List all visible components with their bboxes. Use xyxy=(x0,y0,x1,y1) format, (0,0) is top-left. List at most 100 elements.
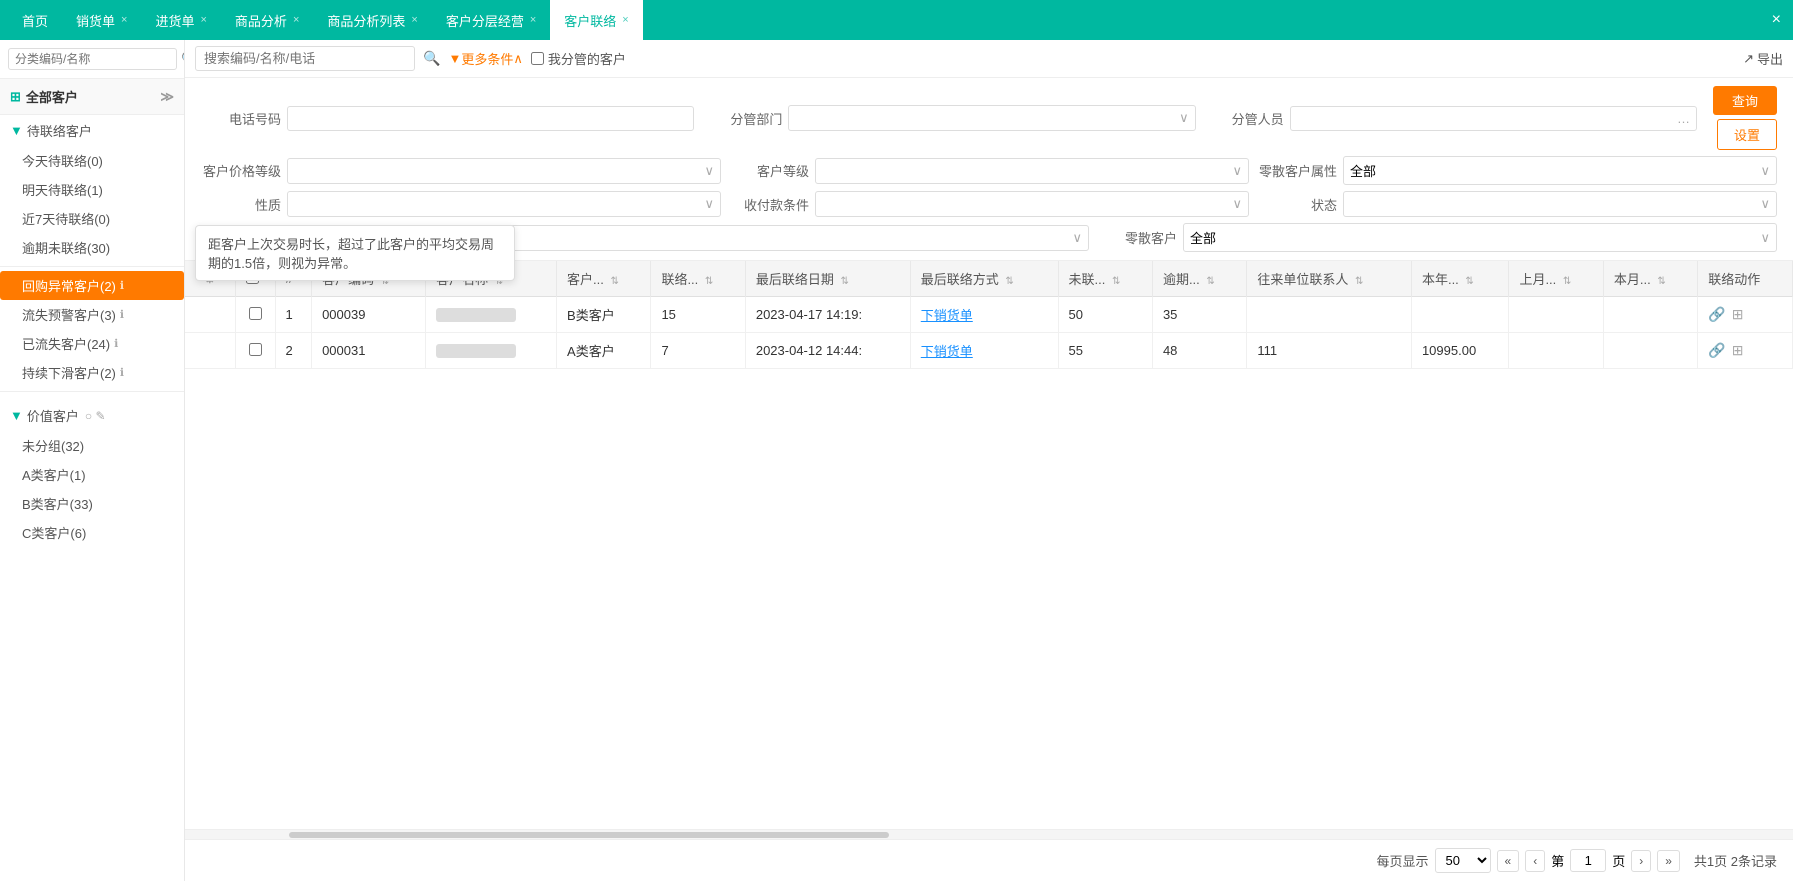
sidebar-value-group[interactable]: ▼ 价值客户 ○ ✎ xyxy=(0,400,184,431)
nav-analysis[interactable]: 商品分析 × xyxy=(221,0,313,40)
scroll-thumb[interactable] xyxy=(289,832,889,838)
horizontal-scrollbar[interactable] xyxy=(185,829,1793,839)
row2-last-method-link[interactable]: 下销货单 xyxy=(921,344,973,359)
col-last-month[interactable]: 上月... ⇅ xyxy=(1509,261,1603,297)
nav-purchase[interactable]: 进货单 × xyxy=(141,0,220,40)
sidebar-item-continuous-down[interactable]: 持续下滑客户(2) ℹ xyxy=(0,358,184,387)
close-sales-icon[interactable]: × xyxy=(121,14,127,26)
next-page-button[interactable]: › xyxy=(1631,850,1651,872)
sidebar-item-tomorrow[interactable]: 明天待联络(1) xyxy=(0,175,184,204)
sidebar-item-class-a[interactable]: A类客户(1) xyxy=(0,460,184,489)
page-number-input[interactable] xyxy=(1570,849,1606,872)
field-nature: 性质 ∨ xyxy=(201,191,721,217)
row2-more-icon[interactable]: ⊞ xyxy=(1732,342,1744,359)
nav-sales[interactable]: 销货单 × xyxy=(62,0,141,40)
col-pending[interactable]: 未联... ⇅ xyxy=(1058,261,1152,297)
nature-chevron-icon: ∨ xyxy=(704,196,714,212)
dept-select[interactable]: ∨ xyxy=(788,105,1195,131)
last-page-button[interactable]: » xyxy=(1657,850,1680,872)
nav-home[interactable]: 首页 xyxy=(8,0,62,40)
dept-chevron-icon: ∨ xyxy=(1179,110,1189,126)
more-conditions-button[interactable]: ▼ 更多条件 ∧ xyxy=(448,49,522,68)
continuous-down-info-icon[interactable]: ℹ xyxy=(120,366,124,379)
sidebar-item-repurchase-anomaly[interactable]: 回购异常客户(2) ℹ xyxy=(0,271,184,300)
row2-checkbox[interactable] xyxy=(249,343,262,356)
already-lost-info-icon[interactable]: ℹ xyxy=(114,337,118,350)
row1-last-method-link[interactable]: 下销货单 xyxy=(921,308,973,323)
col-this-year[interactable]: 本年... ⇅ xyxy=(1411,261,1508,297)
customer-type-select[interactable]: ∨ xyxy=(495,225,1089,251)
status-select[interactable]: ∨ xyxy=(1343,191,1777,217)
col-level[interactable]: 客户... ⇅ xyxy=(557,261,651,297)
close-customer-segment-icon[interactable]: × xyxy=(530,14,536,26)
col-contact[interactable]: 联络... ⇅ xyxy=(651,261,745,297)
my-customers-filter[interactable]: 我分管的客户 xyxy=(531,49,626,68)
close-analysis-icon[interactable]: × xyxy=(293,14,299,26)
sidebar-item-week[interactable]: 近7天待联络(0) xyxy=(0,204,184,233)
retail-attr-select[interactable]: 全部 ∨ xyxy=(1343,156,1777,185)
filter-bar: 🔍 ▼ 更多条件 ∧ 我分管的客户 ↗ 导出 xyxy=(185,40,1793,78)
prev-page-button[interactable]: ‹ xyxy=(1525,850,1545,872)
col-this-month[interactable]: 本月... ⇅ xyxy=(1603,261,1697,297)
row2-last-method[interactable]: 下销货单 xyxy=(910,333,1058,369)
row2-link-icon[interactable]: 🔗 xyxy=(1708,342,1725,359)
nav-customer-segment[interactable]: 客户分层经营 × xyxy=(432,0,550,40)
field-retail-attr: 零散客户属性 全部 ∨ xyxy=(1257,156,1777,185)
filter-search-input[interactable] xyxy=(195,46,415,71)
main-layout: 🔍 ⊞ 全部客户 ≫ ▼ 待联络客户 今天待联络(0) 明天待联络(1) 近7天… xyxy=(0,40,1793,881)
row1-checkbox-cell[interactable] xyxy=(235,297,275,333)
export-button[interactable]: ↗ 导出 xyxy=(1743,49,1783,68)
row1-last-method[interactable]: 下销货单 xyxy=(910,297,1058,333)
sidebar-collapse-icon[interactable]: ≫ xyxy=(160,89,174,105)
filter-search-button[interactable]: 🔍 xyxy=(423,50,440,67)
manager-select[interactable]: … xyxy=(1290,106,1697,131)
per-page-label: 每页显示 xyxy=(1377,851,1429,870)
sidebar-item-overdue[interactable]: 逾期未联络(30) xyxy=(0,233,184,262)
first-page-button[interactable]: « xyxy=(1497,850,1520,872)
repurchase-info-icon[interactable]: ℹ xyxy=(120,279,124,292)
sidebar-item-unclassified[interactable]: 未分组(32) xyxy=(0,431,184,460)
window-close-icon[interactable]: × xyxy=(1772,11,1781,29)
price-level-label: 客户价格等级 xyxy=(201,161,281,180)
settings-button[interactable]: 设置 xyxy=(1717,119,1777,150)
sidebar-search-input[interactable] xyxy=(8,48,177,70)
sidebar-all-customers[interactable]: ⊞ 全部客户 ≫ xyxy=(0,79,184,115)
adv-filter-row-1: 电话号码 分管部门 ∨ 分管人员 … xyxy=(201,86,1777,150)
my-customers-checkbox[interactable] xyxy=(531,52,544,65)
close-customer-contact-icon[interactable]: × xyxy=(622,14,628,26)
overdue-sort-icon: ⇅ xyxy=(1206,276,1214,287)
customer-level-select[interactable]: ∨ xyxy=(815,158,1249,184)
row1-more-icon[interactable]: ⊞ xyxy=(1732,306,1744,323)
col-overdue[interactable]: 逾期... ⇅ xyxy=(1152,261,1246,297)
col-company-contact[interactable]: 往来单位联系人 ⇅ xyxy=(1247,261,1412,297)
row2-this-year: 10995.00 xyxy=(1411,333,1508,369)
nature-select[interactable]: ∨ xyxy=(287,191,721,217)
value-edit-icon[interactable]: ○ ✎ xyxy=(85,409,106,423)
per-page-select[interactable]: 50 20 100 xyxy=(1435,848,1491,873)
sidebar-item-class-b[interactable]: B类客户(33) xyxy=(0,489,184,518)
row1-pending: 50 xyxy=(1058,297,1152,333)
retail-customer-select[interactable]: 全部 ∨ xyxy=(1183,223,1777,252)
row2-checkbox-cell[interactable] xyxy=(235,333,275,369)
nav-customer-contact[interactable]: 客户联络 × xyxy=(550,0,642,40)
nav-analysis-list[interactable]: 商品分析列表 × xyxy=(313,0,431,40)
sidebar-item-class-c[interactable]: C类客户(6) xyxy=(0,518,184,547)
payment-select[interactable]: ∨ xyxy=(815,191,1249,217)
payment-label: 收付款条件 xyxy=(729,195,809,214)
row1-link-icon[interactable]: 🔗 xyxy=(1708,306,1725,323)
sidebar-item-already-lost[interactable]: 已流失客户(24) ℹ xyxy=(0,329,184,358)
sidebar-item-today[interactable]: 今天待联络(0) xyxy=(0,146,184,175)
close-purchase-icon[interactable]: × xyxy=(200,14,206,26)
close-analysis-list-icon[interactable]: × xyxy=(411,14,417,26)
col-last-date[interactable]: 最后联络日期 ⇅ xyxy=(745,261,910,297)
query-button[interactable]: 查询 xyxy=(1713,86,1777,115)
price-level-select[interactable]: ∨ xyxy=(287,158,721,184)
phone-input[interactable] xyxy=(287,106,694,131)
field-price-level: 客户价格等级 ∨ xyxy=(201,158,721,184)
row1-checkbox[interactable] xyxy=(249,307,262,320)
sidebar-item-lost-warning[interactable]: 流失预警客户(3) ℹ xyxy=(0,300,184,329)
sidebar-pending-group[interactable]: ▼ 待联络客户 xyxy=(0,115,184,146)
lost-warning-info-icon[interactable]: ℹ xyxy=(120,308,124,321)
col-last-method[interactable]: 最后联络方式 ⇅ xyxy=(910,261,1058,297)
page-label: 第 xyxy=(1551,851,1564,870)
